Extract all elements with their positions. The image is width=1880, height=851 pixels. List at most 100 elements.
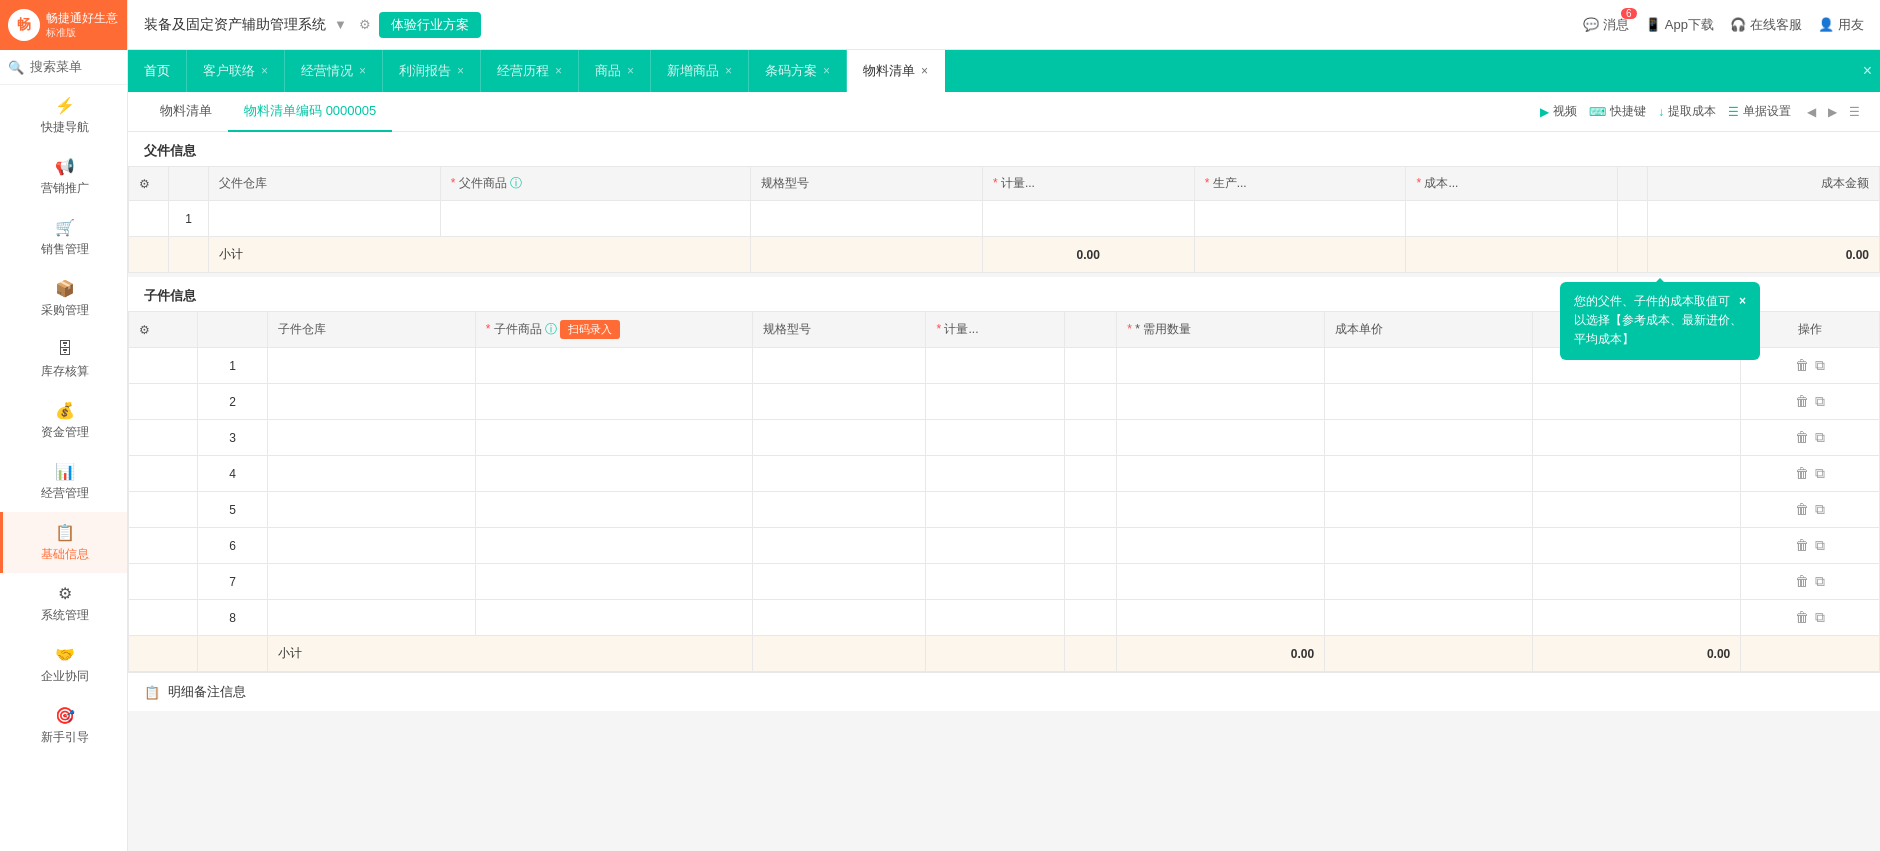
dropdown-arrow[interactable]: ▼ <box>334 17 347 32</box>
child-row6-product[interactable] <box>475 528 752 564</box>
app-download-action[interactable]: 📱 App下载 <box>1645 16 1714 34</box>
child-row5-qty[interactable] <box>1117 492 1325 528</box>
messages-action[interactable]: 💬 消息 6 <box>1583 16 1629 34</box>
child-row5-spec[interactable] <box>753 492 926 528</box>
child-row1-product[interactable] <box>475 348 752 384</box>
child-row1-unit[interactable] <box>926 348 1065 384</box>
delete-icon-5[interactable]: 🗑 <box>1795 501 1809 518</box>
copy-icon-3[interactable]: ⧉ <box>1815 429 1825 446</box>
delete-icon-2[interactable]: 🗑 <box>1795 393 1809 410</box>
child-row2-spec[interactable] <box>753 384 926 420</box>
tab-goods[interactable]: 商品 × <box>579 50 651 92</box>
child-row7-qty[interactable] <box>1117 564 1325 600</box>
child-row6-qty[interactable] <box>1117 528 1325 564</box>
child-row1-unit-cost[interactable] <box>1325 348 1533 384</box>
sidebar-item-basic[interactable]: 📋 基础信息 <box>0 512 127 573</box>
parent-row1-prod[interactable] <box>1194 201 1406 237</box>
child-row6-unit-cost[interactable] <box>1325 528 1533 564</box>
copy-icon-5[interactable]: ⧉ <box>1815 501 1825 518</box>
copy-icon-7[interactable]: ⧉ <box>1815 573 1825 590</box>
child-row5-unit-cost[interactable] <box>1325 492 1533 528</box>
parent-row1-warehouse[interactable] <box>209 201 441 237</box>
child-row4-unit[interactable] <box>926 456 1065 492</box>
child-row6-unit[interactable] <box>926 528 1065 564</box>
child-row3-qty[interactable] <box>1117 420 1325 456</box>
child-row1-qty[interactable] <box>1117 348 1325 384</box>
delete-icon-8[interactable]: 🗑 <box>1795 609 1809 626</box>
prev-arrow[interactable]: ◀ <box>1803 103 1820 121</box>
child-row3-unit[interactable] <box>926 420 1065 456</box>
delete-icon-1[interactable]: 🗑 <box>1795 357 1809 374</box>
experience-button[interactable]: 体验行业方案 <box>379 12 481 38</box>
search-menu-item[interactable]: 🔍 搜索菜单 <box>0 50 127 85</box>
child-row4-spec[interactable] <box>753 456 926 492</box>
child-row5-product[interactable] <box>475 492 752 528</box>
child-row1-spec[interactable] <box>753 348 926 384</box>
sidebar-item-sales[interactable]: 🛒 销售管理 <box>0 207 127 268</box>
delete-icon-3[interactable]: 🗑 <box>1795 429 1809 446</box>
child-row8-qty[interactable] <box>1117 600 1325 636</box>
child-row5-unit[interactable] <box>926 492 1065 528</box>
child-row2-unit[interactable] <box>926 384 1065 420</box>
child-row7-warehouse[interactable] <box>267 564 475 600</box>
scan-input-button[interactable]: 扫码录入 <box>560 320 620 339</box>
user-action[interactable]: 👤 用友 <box>1818 16 1864 34</box>
child-row1-warehouse[interactable] <box>267 348 475 384</box>
sidebar-item-operations[interactable]: 📊 经营管理 <box>0 451 127 512</box>
parent-row1-product[interactable] <box>440 201 750 237</box>
child-row2-product[interactable] <box>475 384 752 420</box>
child-row4-unit-cost[interactable] <box>1325 456 1533 492</box>
tab-barcode[interactable]: 条码方案 × <box>749 50 847 92</box>
tab-customer[interactable]: 客户联络 × <box>187 50 285 92</box>
sidebar-item-finance[interactable]: 💰 资金管理 <box>0 390 127 451</box>
tooltip-close-button[interactable]: × <box>1739 292 1746 311</box>
parent-row1-spec[interactable] <box>751 201 983 237</box>
tab-new-goods[interactable]: 新增商品 × <box>651 50 749 92</box>
sidebar-item-guide[interactable]: 🎯 新手引导 <box>0 695 127 756</box>
tab-home[interactable]: 首页 <box>128 50 187 92</box>
child-row8-unit-cost[interactable] <box>1325 600 1533 636</box>
child-row4-product[interactable] <box>475 456 752 492</box>
th-parent-settings[interactable]: ⚙ <box>129 167 169 201</box>
child-row4-qty[interactable] <box>1117 456 1325 492</box>
doc-settings-action[interactable]: ☰ 单据设置 <box>1728 103 1791 120</box>
child-row8-product[interactable] <box>475 600 752 636</box>
copy-icon-4[interactable]: ⧉ <box>1815 465 1825 482</box>
parent-product-info-icon[interactable]: ⓘ <box>510 176 522 190</box>
sidebar-item-quick[interactable]: ⚡ 快捷导航 <box>0 85 127 146</box>
child-row2-unit-cost[interactable] <box>1325 384 1533 420</box>
tab-close-new-goods[interactable]: × <box>725 64 732 78</box>
sidebar-item-inventory[interactable]: 🗄 库存核算 <box>0 329 127 390</box>
next-arrow[interactable]: ▶ <box>1824 103 1841 121</box>
settings-icon[interactable]: ⚙ <box>359 17 371 32</box>
tab-close-history[interactable]: × <box>555 64 562 78</box>
sub-tab-bom-list[interactable]: 物料清单 <box>144 92 228 132</box>
child-row4-warehouse[interactable] <box>267 456 475 492</box>
child-row7-unit[interactable] <box>926 564 1065 600</box>
child-row3-unit-cost[interactable] <box>1325 420 1533 456</box>
tab-history[interactable]: 经营历程 × <box>481 50 579 92</box>
delete-icon-6[interactable]: 🗑 <box>1795 537 1809 554</box>
child-row6-warehouse[interactable] <box>267 528 475 564</box>
tab-profit[interactable]: 利润报告 × <box>383 50 481 92</box>
child-row7-spec[interactable] <box>753 564 926 600</box>
delete-icon-4[interactable]: 🗑 <box>1795 465 1809 482</box>
parent-row1-unit[interactable] <box>982 201 1194 237</box>
sub-tab-bom-code[interactable]: 物料清单编码 0000005 <box>228 92 392 132</box>
tab-close-bom[interactable]: × <box>921 64 928 78</box>
shortcut-action[interactable]: ⌨ 快捷键 <box>1589 103 1646 120</box>
sidebar-item-collab[interactable]: 🤝 企业协同 <box>0 634 127 695</box>
child-row3-product[interactable] <box>475 420 752 456</box>
child-row6-spec[interactable] <box>753 528 926 564</box>
child-row3-spec[interactable] <box>753 420 926 456</box>
tab-close-barcode[interactable]: × <box>823 64 830 78</box>
copy-icon-8[interactable]: ⧉ <box>1815 609 1825 626</box>
sidebar-item-purchase[interactable]: 📦 采购管理 <box>0 268 127 329</box>
child-row7-product[interactable] <box>475 564 752 600</box>
tab-close-profit[interactable]: × <box>457 64 464 78</box>
child-row5-warehouse[interactable] <box>267 492 475 528</box>
child-row2-warehouse[interactable] <box>267 384 475 420</box>
tab-close-customer[interactable]: × <box>261 64 268 78</box>
delete-icon-7[interactable]: 🗑 <box>1795 573 1809 590</box>
copy-icon-1[interactable]: ⧉ <box>1815 357 1825 374</box>
